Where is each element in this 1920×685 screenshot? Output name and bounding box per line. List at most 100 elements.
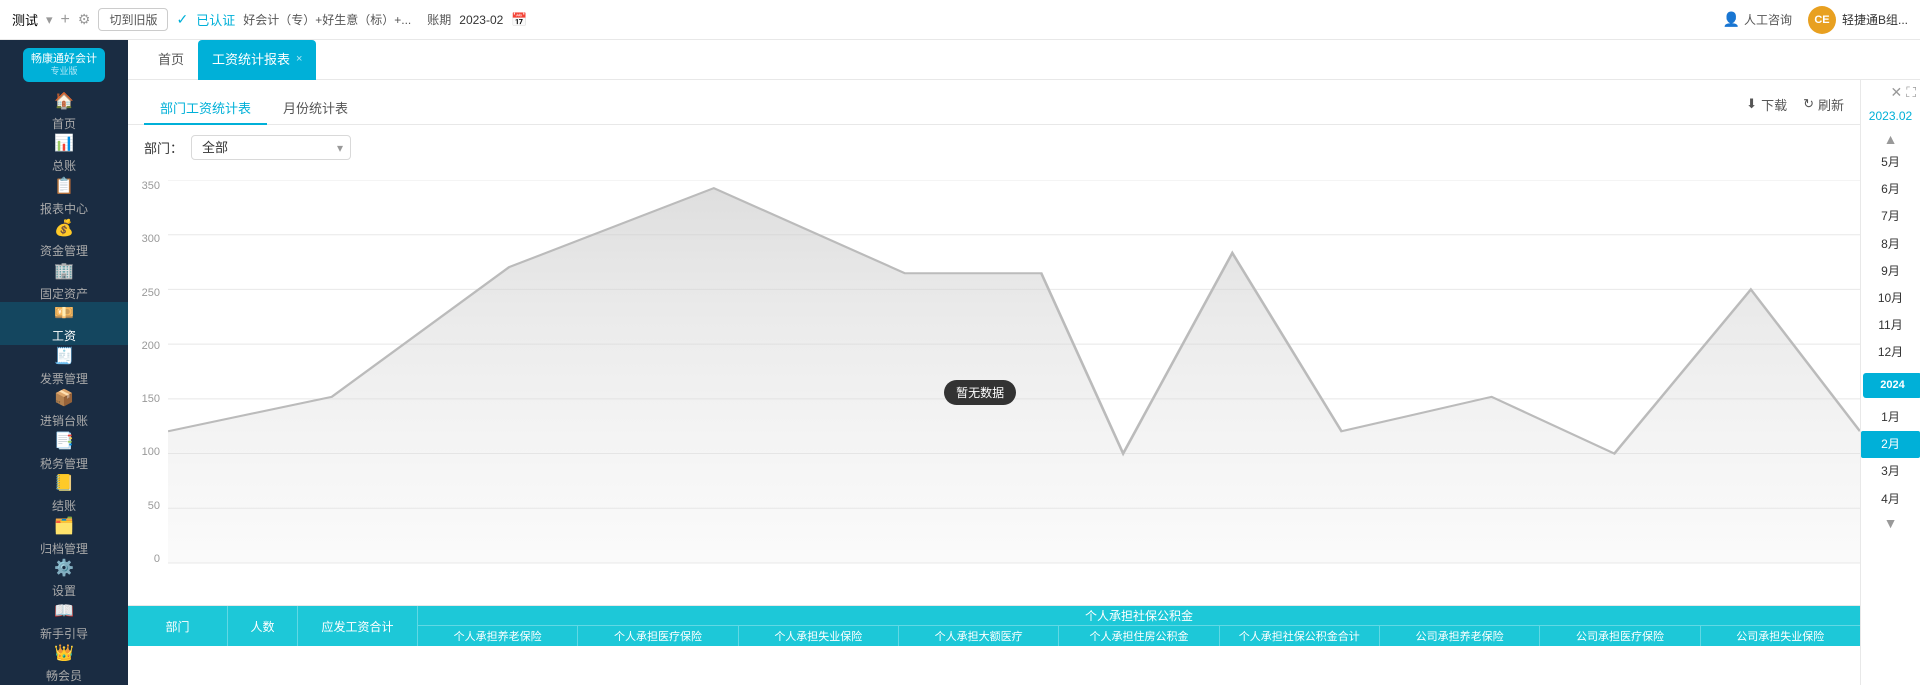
invoice-icon: 🧾 [54,346,74,366]
dept-label: 部门： [144,138,183,157]
refresh-btn[interactable]: ↻ 刷新 [1803,95,1844,114]
th-major-medical: 个人承担大额医疗 [899,626,1059,646]
month-12[interactable]: 12月 [1861,339,1920,366]
year-2023-label[interactable]: 2023.02 [1861,105,1920,127]
tab-close-icon[interactable]: × [296,53,302,65]
verified-icon: ✓ [176,11,188,28]
tab-salary[interactable]: 工资统计报表 × [198,40,316,80]
sidebar-item-guide[interactable]: 📖 新手引导 [0,600,128,643]
header-dropdown-icon[interactable]: ▾ [46,12,53,28]
bottom-table: 部门 人数 应发工资合计 个人承担社保公积金 [128,605,1860,685]
th-pension: 个人承担养老保险 [418,626,578,646]
archive-icon: 🗂️ [54,516,74,536]
home-icon: 🏠 [54,91,74,111]
dept-select[interactable]: 全部 [191,135,351,160]
th-total-salary: 应发工资合计 [298,606,418,646]
help-icon: 👤 [1723,11,1740,28]
month-11[interactable]: 11月 [1861,312,1920,339]
th-medical: 个人承担医疗保险 [578,626,738,646]
th-company-unemployment: 公司承担失业保险 [1701,626,1860,646]
sidebar-item-salary[interactable]: 💴 工资 [0,302,128,345]
sidebar-item-reports[interactable]: 📋 报表中心 [0,175,128,218]
switch-btn[interactable]: 切到旧版 [98,8,168,31]
panel-header: ✕ ⛶ [1861,80,1920,105]
tab-home[interactable]: 首页 [144,40,198,80]
sidebar-item-assets[interactable]: 🏢 固定资产 [0,260,128,303]
month-1[interactable]: 1月 [1861,404,1920,431]
sidebar-item-member[interactable]: 👑 畅会员 [0,642,128,685]
sidebar-item-invoice[interactable]: 🧾 发票管理 [0,345,128,388]
month-8[interactable]: 8月 [1861,231,1920,258]
page-content: 部门工资统计表 月份统计表 ⬇ 下载 ↻ 刷新 [128,80,1920,685]
avatar: CE [1808,6,1836,34]
sub-tabs: 部门工资统计表 月份统计表 ⬇ 下载 ↻ 刷新 [128,80,1860,125]
sub-tab-dept[interactable]: 部门工资统计表 [144,92,267,125]
chart-area: 350 300 250 200 150 100 50 0 [128,170,1860,605]
month-9[interactable]: 9月 [1861,258,1920,285]
sidebar-item-home[interactable]: 🏠 首页 [0,90,128,133]
header-settings-icon[interactable]: ⚙ [78,11,91,28]
assets-icon: 🏢 [54,261,74,281]
month-nav-curr: 1月 2月 3月 4月 ▼ [1861,402,1920,535]
inventory-icon: 📦 [54,388,74,408]
period-value: 2023-02 [459,13,503,27]
chart-tooltip: 暂无数据 [944,380,1016,405]
sidebar-item-tax[interactable]: 📑 税务管理 [0,430,128,473]
right-panel: ✕ ⛶ 2023.02 ▲ 5月 6月 7月 8月 9月 10月 11月 12月 [1860,80,1920,685]
sidebar-item-archive[interactable]: 🗂️ 归档管理 [0,515,128,558]
top-header: 测试 ▾ + ⚙ 切到旧版 ✓ 已认证 好会计（专）+好生意（标）+... 账期… [0,0,1920,40]
th-housing-fund: 个人承担住房公积金 [1059,626,1219,646]
download-icon: ⬇ [1746,96,1757,112]
month-2-active[interactable]: 2月 [1861,431,1920,458]
tax-icon: 📑 [54,431,74,451]
download-btn[interactable]: ⬇ 下载 [1746,95,1787,114]
sidebar-item-closing[interactable]: 📒 结账 [0,472,128,515]
nav-up-arrow[interactable]: ▲ [1882,129,1900,149]
month-5[interactable]: 5月 [1861,149,1920,176]
panel-close-icon[interactable]: ✕ [1890,84,1902,101]
year-2024-marker[interactable]: 2024 [1863,373,1920,399]
sidebar-item-funds[interactable]: 💰 资金管理 [0,217,128,260]
month-4[interactable]: 4月 [1861,486,1920,513]
verified-label: 已认证 [196,10,235,29]
th-dept: 部门 [128,606,228,646]
header-add-icon[interactable]: + [61,11,70,29]
th-unemployment: 个人承担失业保险 [739,626,899,646]
user-menu[interactable]: CE 轻捷通B组... [1808,6,1908,34]
month-10[interactable]: 10月 [1861,285,1920,312]
th-count: 人数 [228,606,298,646]
refresh-icon: ↻ [1803,96,1814,112]
header-tags: 好会计（专）+好生意（标）+... [243,11,411,28]
toolbar: 部门： 全部 [128,125,1860,170]
th-company-pension: 公司承担养老保险 [1380,626,1540,646]
panel-expand-icon[interactable]: ⛶ [1906,84,1916,101]
month-6[interactable]: 6月 [1861,176,1920,203]
y-axis: 350 300 250 200 150 100 50 0 [128,180,164,565]
month-3[interactable]: 3月 [1861,458,1920,485]
sidebar-item-settings[interactable]: ⚙️ 设置 [0,557,128,600]
member-icon: 👑 [54,643,74,663]
period-label: 账期 [427,11,451,28]
main-layout: 畅康通好会计 专业版 🏠 首页 📊 总账 📋 报表中心 💰 资金管理 🏢 固定资… [0,40,1920,685]
toolbar-left: 部门： 全部 [144,135,351,160]
sub-headers: 个人承担养老保险 个人承担医疗保险 个人承担失业保险 个人承担大额医疗 [418,626,1860,646]
calendar-icon[interactable]: 📅 [511,12,527,28]
chart-svg [168,180,1860,565]
user-name: 轻捷通B组... [1842,11,1908,28]
sidebar-item-ledger[interactable]: 📊 总账 [0,132,128,175]
guide-icon: 📖 [54,601,74,621]
sub-tab-monthly[interactable]: 月份统计表 [267,92,364,125]
nav-down-arrow[interactable]: ▼ [1882,513,1900,533]
th-social-total: 个人承担社保公积金合计 [1220,626,1380,646]
sidebar: 畅康通好会计 专业版 🏠 首页 📊 总账 📋 报表中心 💰 资金管理 🏢 固定资… [0,40,128,685]
sidebar-item-inventory[interactable]: 📦 进销台账 [0,387,128,430]
header-right: 👤 人工咨询 CE 轻捷通B组... [1723,6,1908,34]
chart-svg-container: 暂无数据 [168,180,1860,565]
month-7[interactable]: 7月 [1861,203,1920,230]
closing-icon: 📒 [54,473,74,493]
header-title: 测试 [12,10,38,29]
group-label: 个人承担社保公积金 [418,606,1860,626]
reports-icon: 📋 [54,176,74,196]
help-button[interactable]: 👤 人工咨询 [1723,11,1792,28]
salary-icon: 💴 [54,303,74,323]
